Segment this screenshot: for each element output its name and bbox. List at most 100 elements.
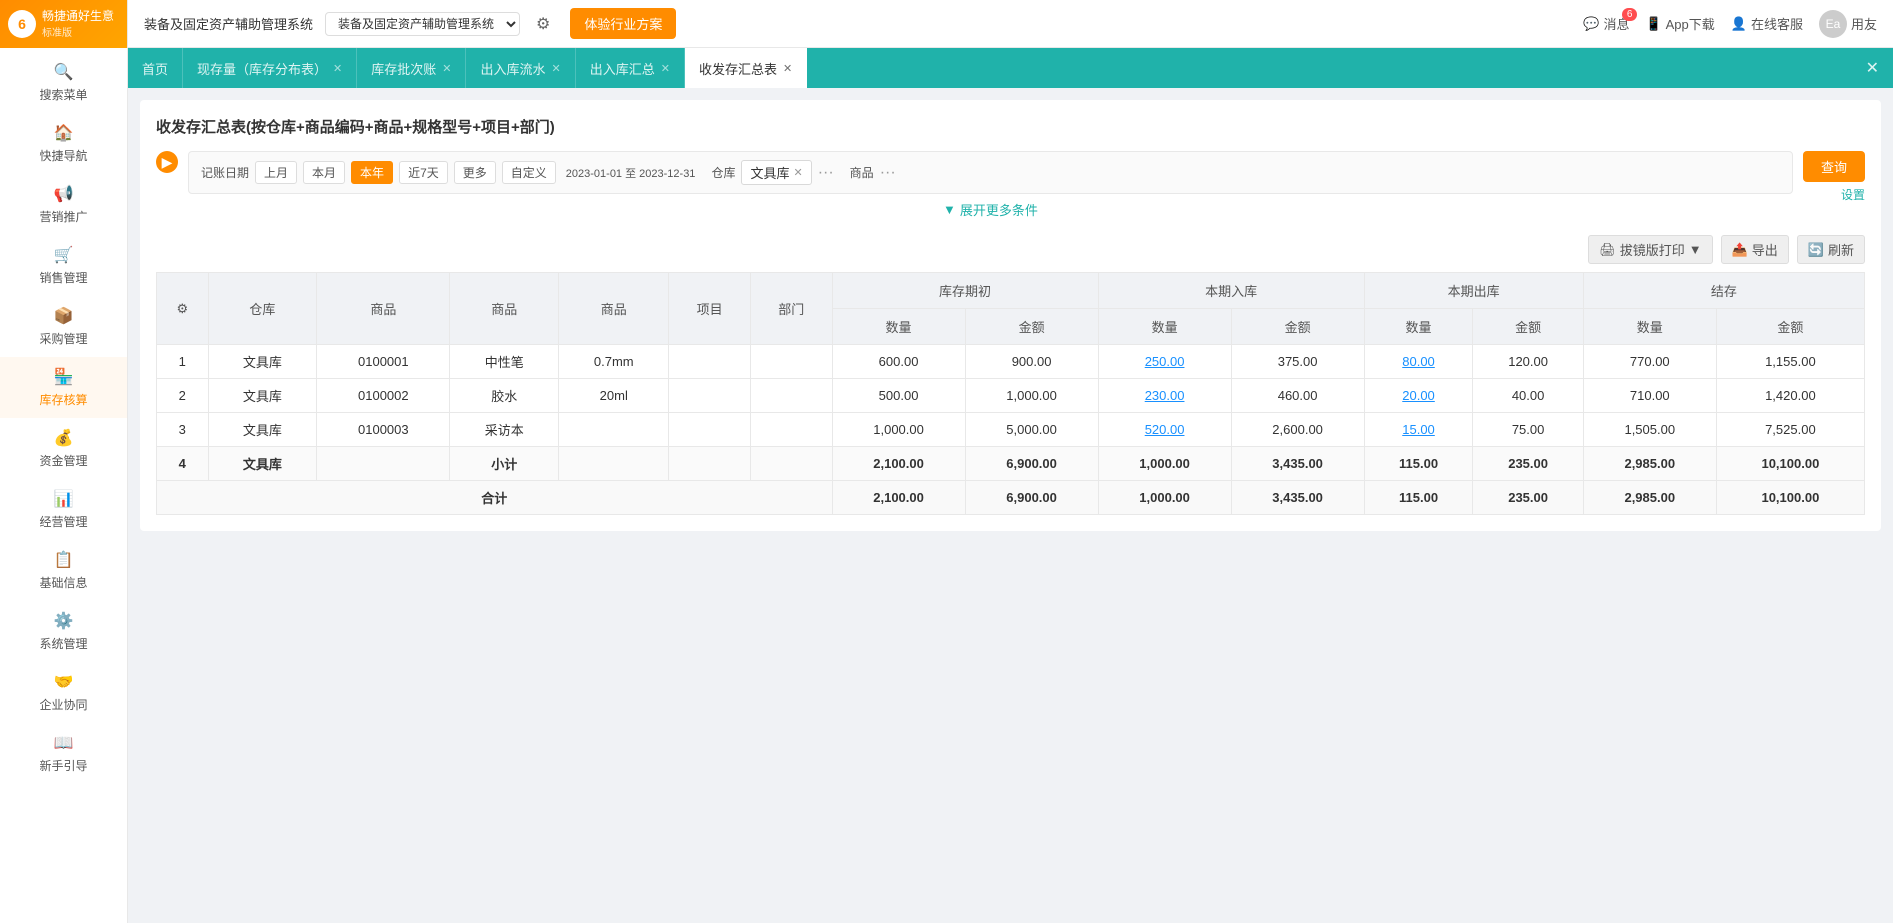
user-btn[interactable]: Ea 用友 bbox=[1819, 10, 1877, 38]
warehouse-tag-close[interactable]: ✕ bbox=[793, 166, 802, 179]
sidebar-item-quick[interactable]: 🏠 快捷导航 bbox=[0, 113, 127, 174]
goods-more-btn[interactable]: ··· bbox=[880, 164, 896, 182]
logo-icon: 6 bbox=[8, 10, 36, 38]
enterprise-icon: 🤝 bbox=[54, 672, 74, 692]
total-begin-qty: 2,100.00 bbox=[832, 481, 965, 515]
row-in-qty[interactable]: 250.00 bbox=[1098, 345, 1231, 379]
tabbar-close-all[interactable]: ✕ bbox=[1852, 58, 1893, 78]
out-qty-link[interactable]: 80.00 bbox=[1402, 354, 1435, 369]
collapse-btn[interactable]: ▶ bbox=[156, 151, 178, 173]
print-btn[interactable]: 🖨 拔镜版打印 ▼ bbox=[1588, 235, 1712, 264]
row-project bbox=[669, 447, 751, 481]
warehouse-more-btn[interactable]: ··· bbox=[818, 164, 834, 182]
online-service-btn[interactable]: 👤 在线客服 bbox=[1731, 14, 1803, 33]
row-no: 1 bbox=[157, 345, 209, 379]
avatar: Ea bbox=[1819, 10, 1847, 38]
tab-flow[interactable]: 出入库流水 ✕ bbox=[466, 48, 575, 88]
row-no: 2 bbox=[157, 379, 209, 413]
experience-btn[interactable]: 体验行业方案 bbox=[570, 8, 676, 39]
row-begin-amt: 5,000.00 bbox=[965, 413, 1098, 447]
row-in-qty[interactable]: 230.00 bbox=[1098, 379, 1231, 413]
sidebar-item-finance[interactable]: 💰 资金管理 bbox=[0, 418, 127, 479]
th-gear[interactable]: ⚙ bbox=[157, 273, 209, 345]
date-btn-this-year[interactable]: 本年 bbox=[351, 161, 393, 184]
refresh-btn[interactable]: 🔄 刷新 bbox=[1797, 235, 1865, 264]
date-btn-this-month[interactable]: 本月 bbox=[303, 161, 345, 184]
row-code: 0100003 bbox=[317, 413, 450, 447]
newbie-icon: 📖 bbox=[54, 733, 74, 753]
th-end-qty: 数量 bbox=[1583, 309, 1716, 345]
sidebar-item-operation[interactable]: 📊 经营管理 bbox=[0, 479, 127, 540]
sidebar-item-search[interactable]: 🔍 搜索菜单 bbox=[0, 52, 127, 113]
sidebar-item-marketing[interactable]: 📢 营销推广 bbox=[0, 174, 127, 235]
sidebar-item-enterprise[interactable]: 🤝 企业协同 bbox=[0, 662, 127, 723]
message-btn[interactable]: 💬 消息 6 bbox=[1583, 14, 1629, 33]
sidebar-item-inventory[interactable]: 🏪 库存核算 bbox=[0, 357, 127, 418]
row-no: 4 bbox=[157, 447, 209, 481]
in-qty-link[interactable]: 250.00 bbox=[1145, 354, 1185, 369]
content: 收发存汇总表(按仓库+商品编码+商品+规格型号+项目+部门) ▶ 记账日期 上月… bbox=[128, 88, 1893, 923]
row-begin-amt: 900.00 bbox=[965, 345, 1098, 379]
service-icon: 👤 bbox=[1731, 16, 1747, 32]
date-btn-last-month[interactable]: 上月 bbox=[255, 161, 297, 184]
in-qty-link[interactable]: 230.00 bbox=[1145, 388, 1185, 403]
row-begin-qty: 600.00 bbox=[832, 345, 965, 379]
tab-close-batch[interactable]: ✕ bbox=[442, 62, 451, 75]
system-icon: ⚙️ bbox=[54, 611, 74, 631]
tab-close-inventory-dist[interactable]: ✕ bbox=[333, 62, 342, 75]
date-btn-custom[interactable]: 自定义 bbox=[502, 161, 556, 184]
system-select[interactable]: 装备及固定资产辅助管理系统 bbox=[325, 12, 520, 36]
date-btn-more[interactable]: 更多 bbox=[454, 161, 496, 184]
row-begin-amt: 1,000.00 bbox=[965, 379, 1098, 413]
warehouse-tag-value: 文具库 bbox=[750, 163, 789, 182]
sidebar-item-sales[interactable]: 🛒 销售管理 bbox=[0, 235, 127, 296]
warehouse-filter: 仓库 文具库 ✕ ··· bbox=[711, 160, 833, 185]
sidebar-item-newbie[interactable]: 📖 新手引导 bbox=[0, 723, 127, 784]
row-spec: 20ml bbox=[559, 379, 669, 413]
goods-label: 商品 bbox=[850, 164, 874, 181]
tab-inventory-dist[interactable]: 现存量（库存分布表） ✕ bbox=[183, 48, 357, 88]
th-begin-stock: 库存期初 bbox=[832, 273, 1098, 309]
total-end-qty: 2,985.00 bbox=[1583, 481, 1716, 515]
tab-close-recv-send[interactable]: ✕ bbox=[783, 62, 792, 75]
expand-icon: ▼ bbox=[943, 202, 956, 217]
tab-close-flow[interactable]: ✕ bbox=[552, 62, 561, 75]
out-qty-link[interactable]: 20.00 bbox=[1402, 388, 1435, 403]
tab-home[interactable]: 首页 bbox=[128, 48, 183, 88]
row-end-amt: 1,155.00 bbox=[1716, 345, 1864, 379]
row-dept bbox=[750, 345, 832, 379]
tab-batch-label: 库存批次账 bbox=[371, 59, 436, 78]
query-btn[interactable]: 查询 bbox=[1803, 151, 1865, 182]
out-qty-link[interactable]: 15.00 bbox=[1402, 422, 1435, 437]
expand-label: 展开更多条件 bbox=[960, 200, 1038, 219]
online-service-label: 在线客服 bbox=[1751, 14, 1803, 33]
th-begin-qty: 数量 bbox=[832, 309, 965, 345]
row-spec: 0.7mm bbox=[559, 345, 669, 379]
tab-flow-label: 出入库流水 bbox=[480, 59, 545, 78]
tab-close-summary-inout[interactable]: ✕ bbox=[661, 62, 670, 75]
sidebar-item-basic[interactable]: 📋 基础信息 bbox=[0, 540, 127, 601]
row-in-qty[interactable]: 520.00 bbox=[1098, 413, 1231, 447]
export-btn[interactable]: 📤 导出 bbox=[1721, 235, 1789, 264]
row-out-qty[interactable]: 20.00 bbox=[1364, 379, 1473, 413]
tab-recv-send[interactable]: 收发存汇总表 ✕ bbox=[685, 48, 807, 88]
row-end-amt: 1,420.00 bbox=[1716, 379, 1864, 413]
row-code: 0100001 bbox=[317, 345, 450, 379]
sidebar-nav: 🔍 搜索菜单 🏠 快捷导航 📢 营销推广 🛒 销售管理 📦 采购管理 🏪 库存核… bbox=[0, 48, 127, 923]
export-label: 导出 bbox=[1752, 240, 1778, 259]
tab-summary-inout[interactable]: 出入库汇总 ✕ bbox=[576, 48, 685, 88]
in-qty-link[interactable]: 520.00 bbox=[1145, 422, 1185, 437]
tab-batch[interactable]: 库存批次账 ✕ bbox=[357, 48, 466, 88]
sidebar-item-system[interactable]: ⚙️ 系统管理 bbox=[0, 601, 127, 662]
gear-icon[interactable]: ⚙ bbox=[536, 14, 550, 34]
row-end-qty: 2,985.00 bbox=[1583, 447, 1716, 481]
sidebar-label-newbie: 新手引导 bbox=[39, 757, 87, 774]
warehouse-label: 仓库 bbox=[711, 164, 735, 181]
expand-more-btn[interactable]: ▼ 展开更多条件 bbox=[188, 200, 1793, 219]
row-out-qty[interactable]: 15.00 bbox=[1364, 413, 1473, 447]
app-download-btn[interactable]: 📱 App下载 bbox=[1645, 14, 1714, 33]
date-btn-7days[interactable]: 近7天 bbox=[399, 161, 448, 184]
sidebar-item-purchase[interactable]: 📦 采购管理 bbox=[0, 296, 127, 357]
row-out-qty[interactable]: 80.00 bbox=[1364, 345, 1473, 379]
setting-btn[interactable]: 设置 bbox=[1841, 186, 1865, 203]
